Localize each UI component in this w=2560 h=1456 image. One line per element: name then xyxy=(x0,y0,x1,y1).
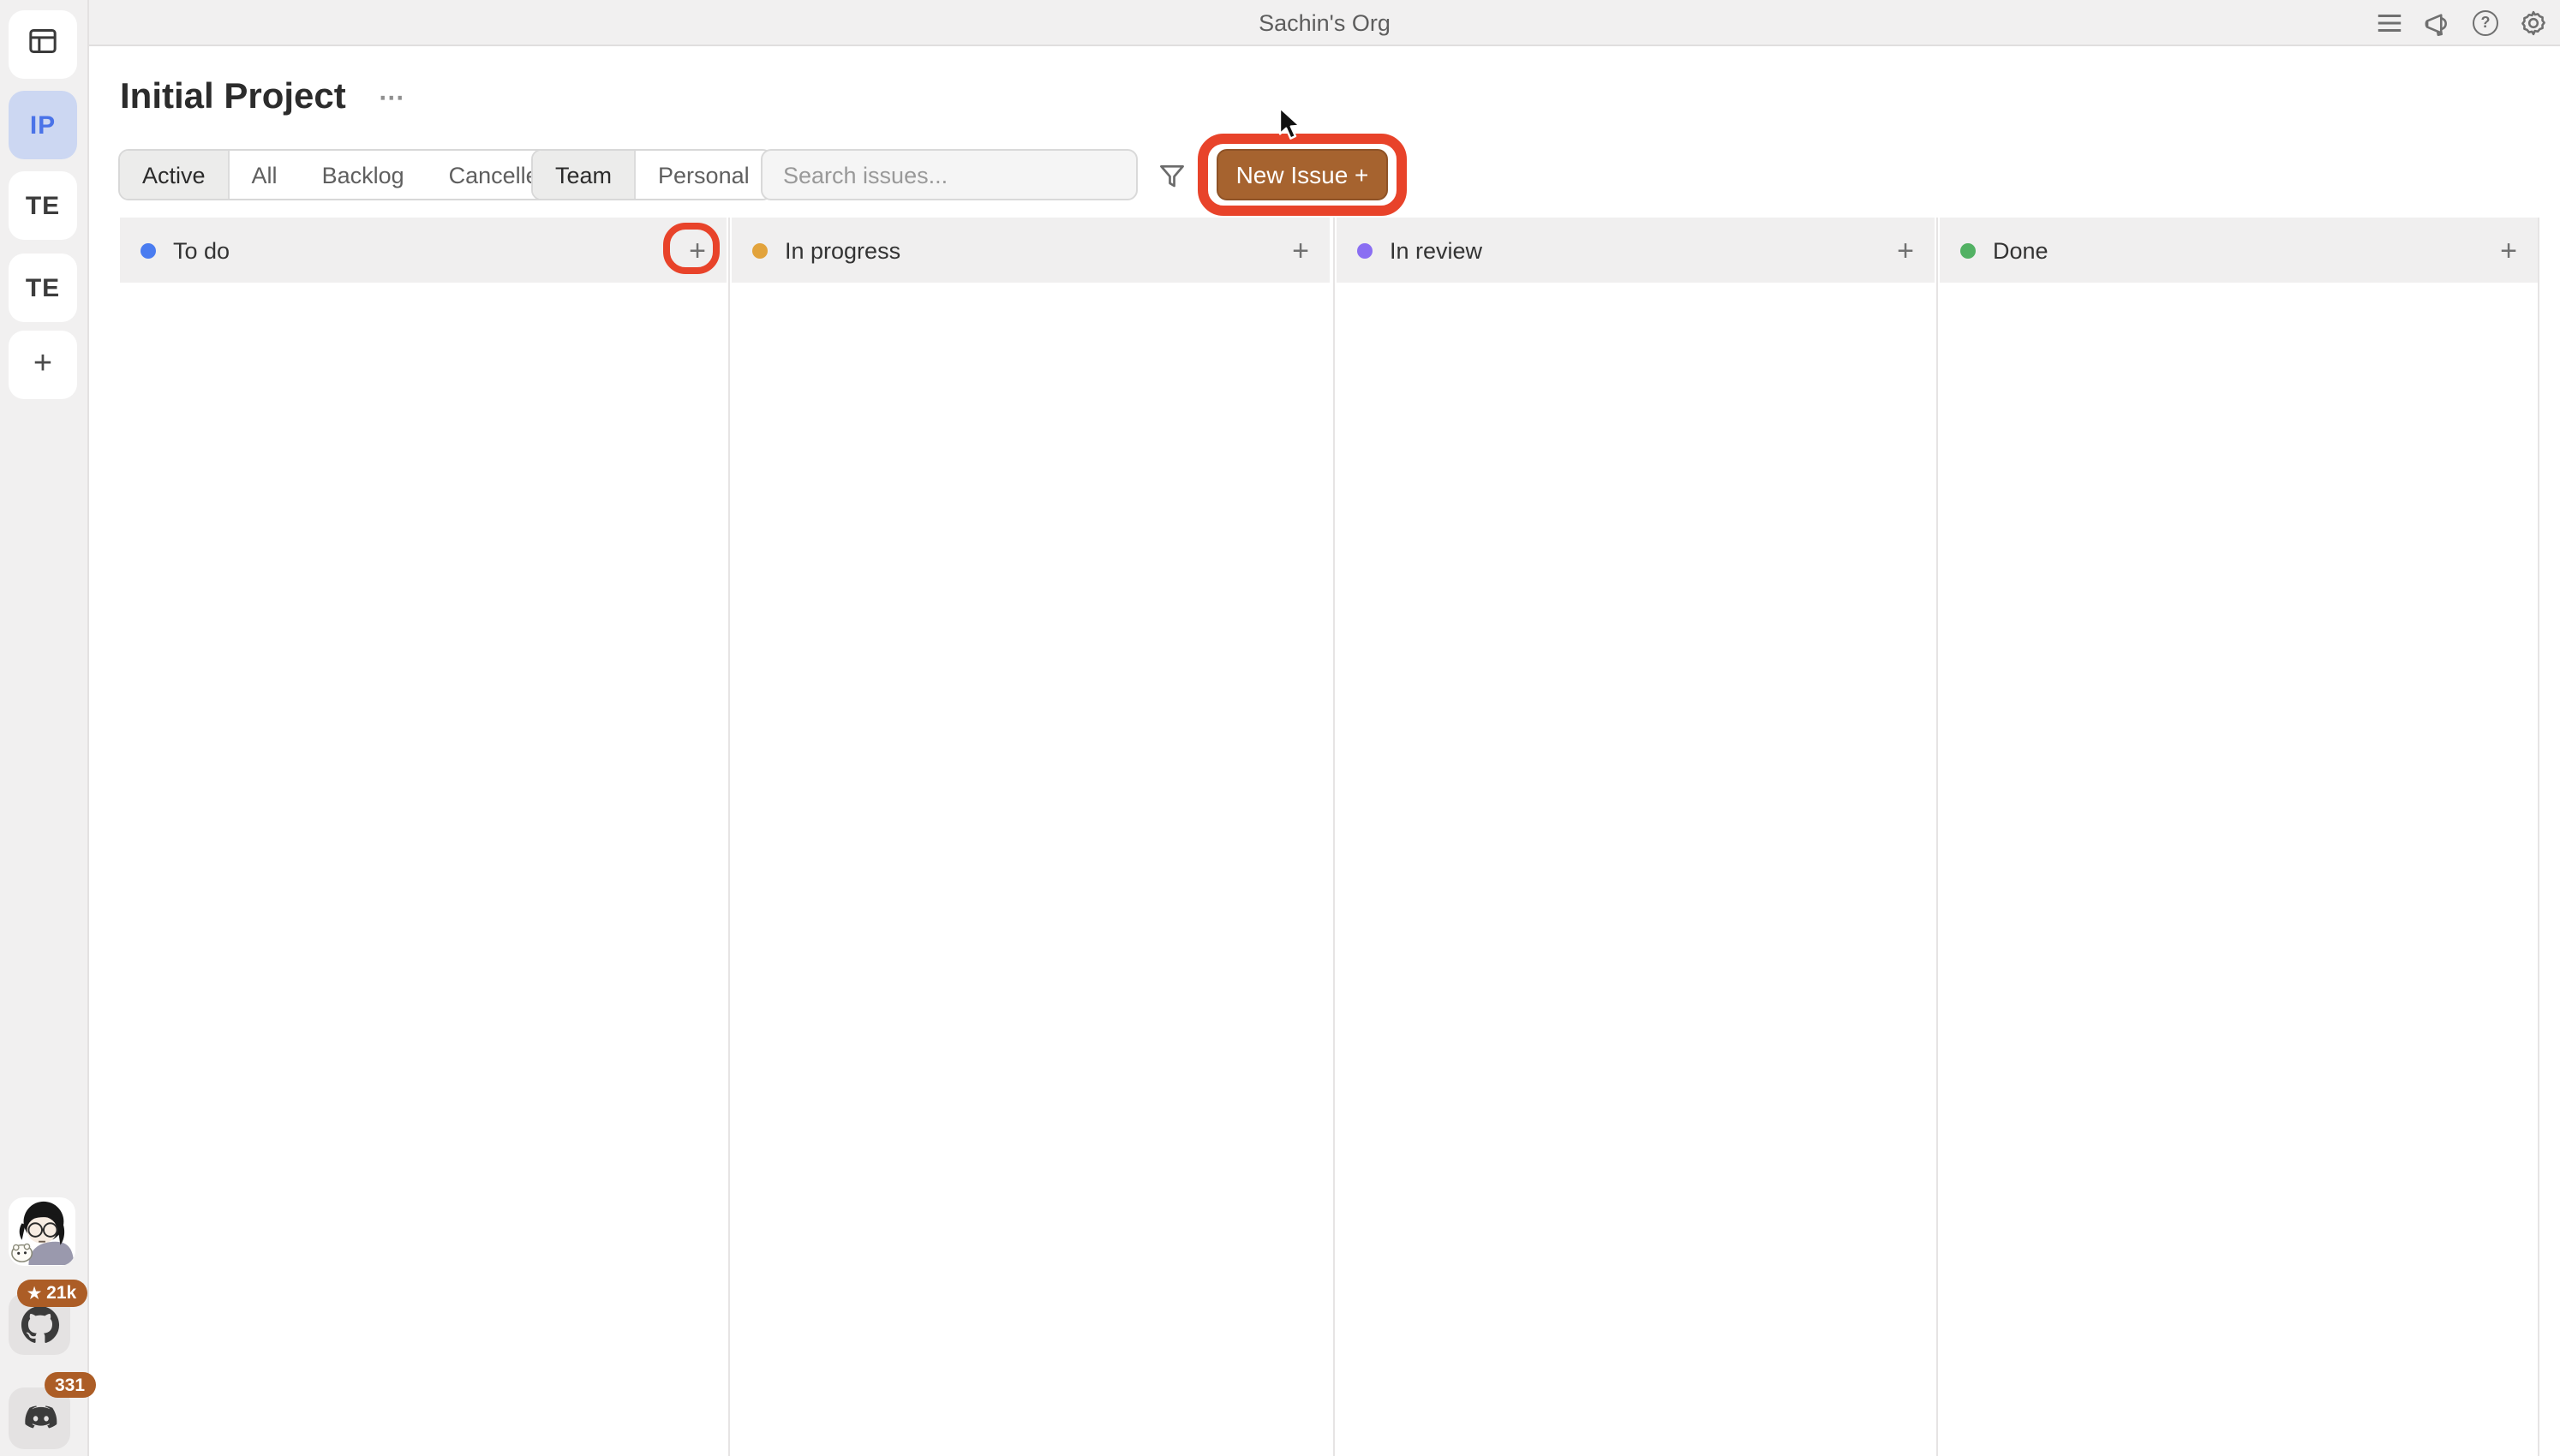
star-icon: ★ xyxy=(27,1284,41,1303)
gear-icon[interactable] xyxy=(2519,8,2548,37)
sidebar-item-boards[interactable] xyxy=(9,10,77,79)
column-header-in-progress: In progress + xyxy=(732,218,1330,283)
help-icon[interactable]: ? xyxy=(2471,8,2500,37)
scope-tab-group: Team Personal xyxy=(531,149,774,200)
org-title: Sachin's Org xyxy=(89,9,2560,35)
filter-tab-group: Active All Backlog Cancelled xyxy=(118,149,576,200)
status-dot-in-progress xyxy=(752,242,768,258)
github-stars-badge: ★ 21k xyxy=(17,1280,87,1307)
column-header-done: Done + xyxy=(1940,218,2538,283)
column-title: In review xyxy=(1390,237,1482,263)
status-dot-done xyxy=(1960,242,1976,258)
sidebar-item-team-te-1[interactable]: TE xyxy=(9,171,77,240)
user-avatar[interactable] xyxy=(9,1197,75,1266)
status-dot-todo xyxy=(141,242,156,258)
project-initials: IP xyxy=(30,110,56,140)
add-issue-button-in-progress[interactable]: + xyxy=(1292,236,1309,265)
mouse-cursor xyxy=(1278,106,1304,151)
column-title: Done xyxy=(1993,237,2049,263)
board-layout-icon xyxy=(26,23,60,66)
github-icon xyxy=(20,1304,59,1344)
status-dot-in-review xyxy=(1357,242,1373,258)
column-divider xyxy=(1333,218,1335,1456)
menu-icon[interactable] xyxy=(2375,8,2404,37)
discord-icon xyxy=(21,1399,58,1437)
column-title: To do xyxy=(173,237,230,263)
add-issue-button-todo[interactable]: + xyxy=(689,236,706,265)
new-issue-button[interactable]: New Issue + xyxy=(1217,149,1388,200)
more-options-button[interactable]: ⋯ xyxy=(379,82,406,113)
workspace-rail: IP TE TE + xyxy=(0,0,89,1456)
top-header: Sachin's Org ? xyxy=(89,0,2560,46)
add-workspace-button[interactable]: + xyxy=(9,331,77,399)
tab-backlog[interactable]: Backlog xyxy=(300,151,427,199)
tab-team[interactable]: Team xyxy=(533,151,636,199)
tab-personal[interactable]: Personal xyxy=(636,151,772,199)
avatar-illustration xyxy=(9,1197,75,1266)
column-title: In progress xyxy=(785,237,900,263)
sidebar-item-project-ip[interactable]: IP xyxy=(9,91,77,159)
column-header-todo: To do + xyxy=(120,218,727,283)
team-initials: TE xyxy=(26,191,60,220)
column-header-in-review: In review + xyxy=(1337,218,1935,283)
column-divider xyxy=(1936,218,1938,1456)
github-stars-count: 21k xyxy=(46,1283,76,1304)
plus-icon: + xyxy=(33,346,52,384)
tab-all[interactable]: All xyxy=(230,151,300,199)
column-divider xyxy=(2538,218,2539,1456)
discord-count-badge: 331 xyxy=(45,1372,95,1398)
page-title: Initial Project xyxy=(120,77,346,118)
add-issue-button-in-review[interactable]: + xyxy=(1897,236,1914,265)
app-window: IP TE TE + xyxy=(0,0,2560,1456)
sidebar-item-team-te-2[interactable]: TE xyxy=(9,254,77,322)
help-glyph: ? xyxy=(2481,14,2491,31)
filter-funnel-icon[interactable] xyxy=(1157,161,1187,200)
discord-count: 331 xyxy=(55,1375,85,1395)
team-initials: TE xyxy=(26,273,60,302)
megaphone-icon[interactable] xyxy=(2423,8,2452,37)
column-divider xyxy=(728,218,730,1456)
add-issue-button-done[interactable]: + xyxy=(2500,236,2517,265)
tab-active[interactable]: Active xyxy=(120,151,230,199)
search-input[interactable] xyxy=(761,149,1138,200)
